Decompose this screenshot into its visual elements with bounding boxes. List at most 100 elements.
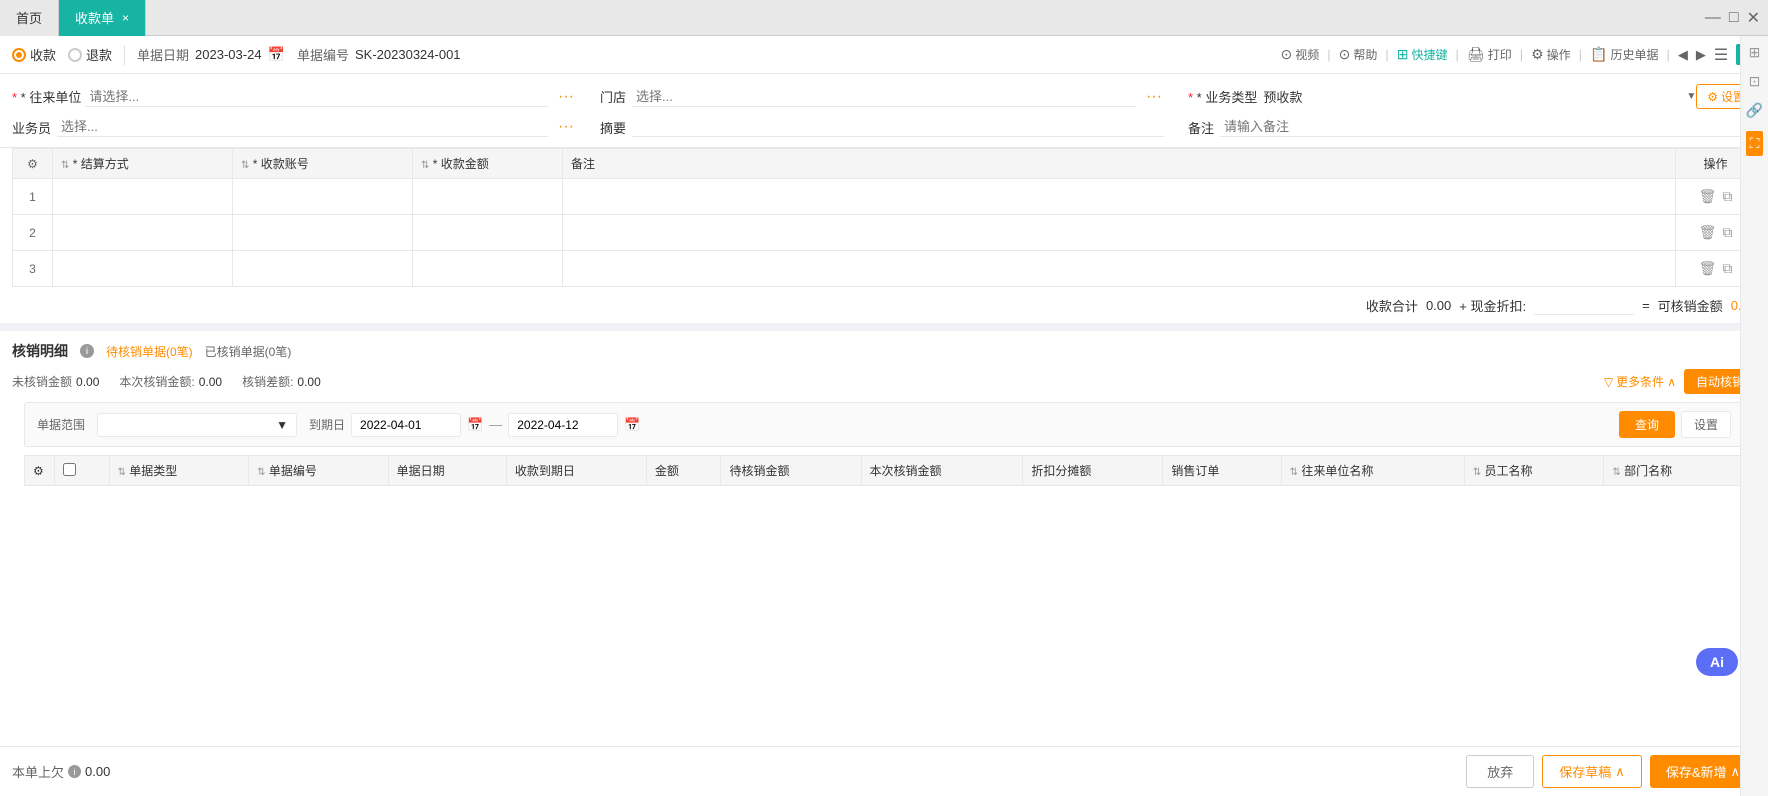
row2-copy-icon[interactable]: ⧉ [1722, 224, 1732, 241]
sort-icon-amount[interactable]: ⇅ [421, 160, 429, 171]
diff-label: 核销差额: [242, 373, 293, 390]
print-btn[interactable]: 🖨 打印 [1467, 46, 1512, 63]
unverified-label: 未核销金额 [12, 373, 72, 390]
shortcut-icon: ⊞ [1397, 46, 1409, 63]
row2-remark[interactable] [563, 215, 1676, 251]
radio-receive[interactable]: 收款 [12, 45, 56, 64]
ai-label: Ai [1710, 654, 1724, 670]
list-view-icon[interactable]: ☰ [1714, 45, 1728, 65]
store-more-icon[interactable]: ··· [1140, 88, 1168, 106]
business-type-select[interactable]: 预收款 ▼ [1263, 87, 1696, 106]
row3-amount[interactable] [413, 251, 563, 287]
date-start-input[interactable] [351, 413, 461, 437]
history-btn[interactable]: 📋 历史单据 [1590, 46, 1658, 63]
footer-info-icon[interactable]: i [68, 765, 81, 778]
draft-button[interactable]: 保存草稿 ∧ [1542, 755, 1642, 788]
row3-remark[interactable] [563, 251, 1676, 287]
row2-account[interactable] [233, 215, 413, 251]
row2-account-input[interactable] [241, 225, 404, 240]
row2-amount-input[interactable] [421, 225, 554, 240]
row3-account[interactable] [233, 251, 413, 287]
sidebar-link-icon[interactable]: 🔗 [1746, 102, 1763, 119]
row3-account-input[interactable] [241, 261, 404, 276]
close-button[interactable]: ✕ [1747, 8, 1760, 28]
query-button[interactable]: 查询 [1619, 411, 1675, 438]
row2-amount[interactable] [413, 215, 563, 251]
sort-icon-counterparty[interactable]: ⇅ [1290, 467, 1298, 478]
row2-settle-input[interactable] [61, 225, 224, 240]
row1-amount-input[interactable] [421, 189, 554, 204]
sort-icon-type[interactable]: ⇅ [118, 467, 126, 478]
nav-next-icon[interactable]: ▶ [1696, 47, 1706, 63]
summary-input[interactable] [632, 117, 1164, 137]
th-type: ⇅ 单据类型 [109, 456, 249, 486]
minimize-button[interactable]: — [1705, 9, 1721, 27]
filter-settings-button[interactable]: 设置 [1681, 411, 1731, 438]
sort-icon-settle[interactable]: ⇅ [61, 160, 69, 171]
sidebar-expand-icon[interactable]: ⛶ [1746, 131, 1764, 156]
th-counterparty: ⇅ 往来单位名称 [1281, 456, 1464, 486]
row1-settle[interactable] [53, 179, 233, 215]
radio-refund[interactable]: 退款 [68, 45, 112, 64]
scroll-area: * 往来单位 ··· 门店 ··· * 业务类型 预收款 ▼ [0, 74, 1768, 746]
date-start-icon[interactable]: 📅 [467, 417, 483, 433]
row1-account-input[interactable] [241, 189, 404, 204]
col-number-label: 单据编号 [269, 464, 317, 478]
tab-active[interactable]: 收款单 × [59, 0, 146, 36]
row1-amount[interactable] [413, 179, 563, 215]
staff-more-icon[interactable]: ··· [552, 118, 580, 136]
row1-settle-input[interactable] [61, 189, 224, 204]
row3-settle-input[interactable] [61, 261, 224, 276]
row1-delete-icon[interactable]: 🗑 [1699, 188, 1717, 205]
row3-amount-input[interactable] [421, 261, 554, 276]
sort-icon-dept[interactable]: ⇅ [1612, 467, 1620, 478]
more-conditions-btn[interactable]: ▽ 更多条件 ∧ [1604, 373, 1676, 390]
row1-remark[interactable] [563, 179, 1676, 215]
shortcut-btn[interactable]: ⊞ 快捷键 [1397, 46, 1448, 63]
discard-button[interactable]: 放弃 [1466, 755, 1534, 788]
sort-icon-number[interactable]: ⇅ [257, 467, 265, 478]
select-all-checkbox[interactable] [63, 463, 76, 476]
row3-remark-input[interactable] [571, 261, 1667, 276]
th-gear[interactable]: ⚙ [13, 149, 53, 179]
tab-close-icon[interactable]: × [122, 11, 129, 25]
footer-right: 放弃 保存草稿 ∧ 保存&新增 ∧ [1466, 755, 1756, 788]
discount-input[interactable] [1534, 295, 1634, 315]
row2-delete-icon[interactable]: 🗑 [1699, 224, 1717, 241]
operation-btn[interactable]: ⚙ 操作 [1531, 46, 1571, 63]
store-input[interactable] [632, 87, 1136, 107]
row3-settle[interactable] [53, 251, 233, 287]
maximize-button[interactable]: □ [1729, 9, 1739, 27]
gear-icon-bottom[interactable]: ⚙ [33, 464, 44, 478]
row3-copy-icon[interactable]: ⧉ [1722, 260, 1732, 277]
row1-remark-input[interactable] [571, 189, 1667, 204]
row1-copy-icon[interactable]: ⧉ [1722, 188, 1732, 205]
help-btn[interactable]: ⊙ 帮助 [1339, 46, 1378, 63]
range-select[interactable]: ▼ [97, 413, 297, 437]
number-value: SK-20230324-001 [355, 47, 461, 62]
date-end-input[interactable] [508, 413, 618, 437]
row2-settle[interactable] [53, 215, 233, 251]
nuclear-info-icon[interactable]: i [80, 344, 94, 358]
note-input[interactable] [1220, 117, 1752, 137]
done-tab[interactable]: 已核销单据(0笔) [205, 343, 292, 360]
sidebar-table-icon[interactable]: ⊞ [1749, 44, 1761, 61]
staff-input[interactable] [57, 117, 548, 137]
sort-icon-staff[interactable]: ⇅ [1473, 467, 1481, 478]
tab-home[interactable]: 首页 [0, 0, 59, 36]
pending-tab[interactable]: 待核销单据(0笔) [106, 343, 193, 360]
row1-account[interactable] [233, 179, 413, 215]
row2-remark-input[interactable] [571, 225, 1667, 240]
video-btn[interactable]: ⊙ 视频 [1281, 46, 1320, 63]
radio-refund-dot [68, 48, 82, 62]
row3-delete-icon[interactable]: 🗑 [1699, 260, 1717, 277]
sort-icon-account[interactable]: ⇅ [241, 160, 249, 171]
date-end-icon[interactable]: 📅 [624, 417, 640, 433]
nav-prev-icon[interactable]: ◀ [1678, 47, 1688, 63]
counterparty-more-icon[interactable]: ··· [552, 88, 580, 106]
col-sales-label: 销售订单 [1171, 464, 1219, 478]
ai-badge[interactable]: Ai [1696, 648, 1738, 676]
sidebar-doc-icon[interactable]: ⊡ [1749, 73, 1761, 90]
counterparty-input[interactable] [85, 87, 548, 107]
calendar-icon[interactable]: 📅 [268, 46, 285, 63]
